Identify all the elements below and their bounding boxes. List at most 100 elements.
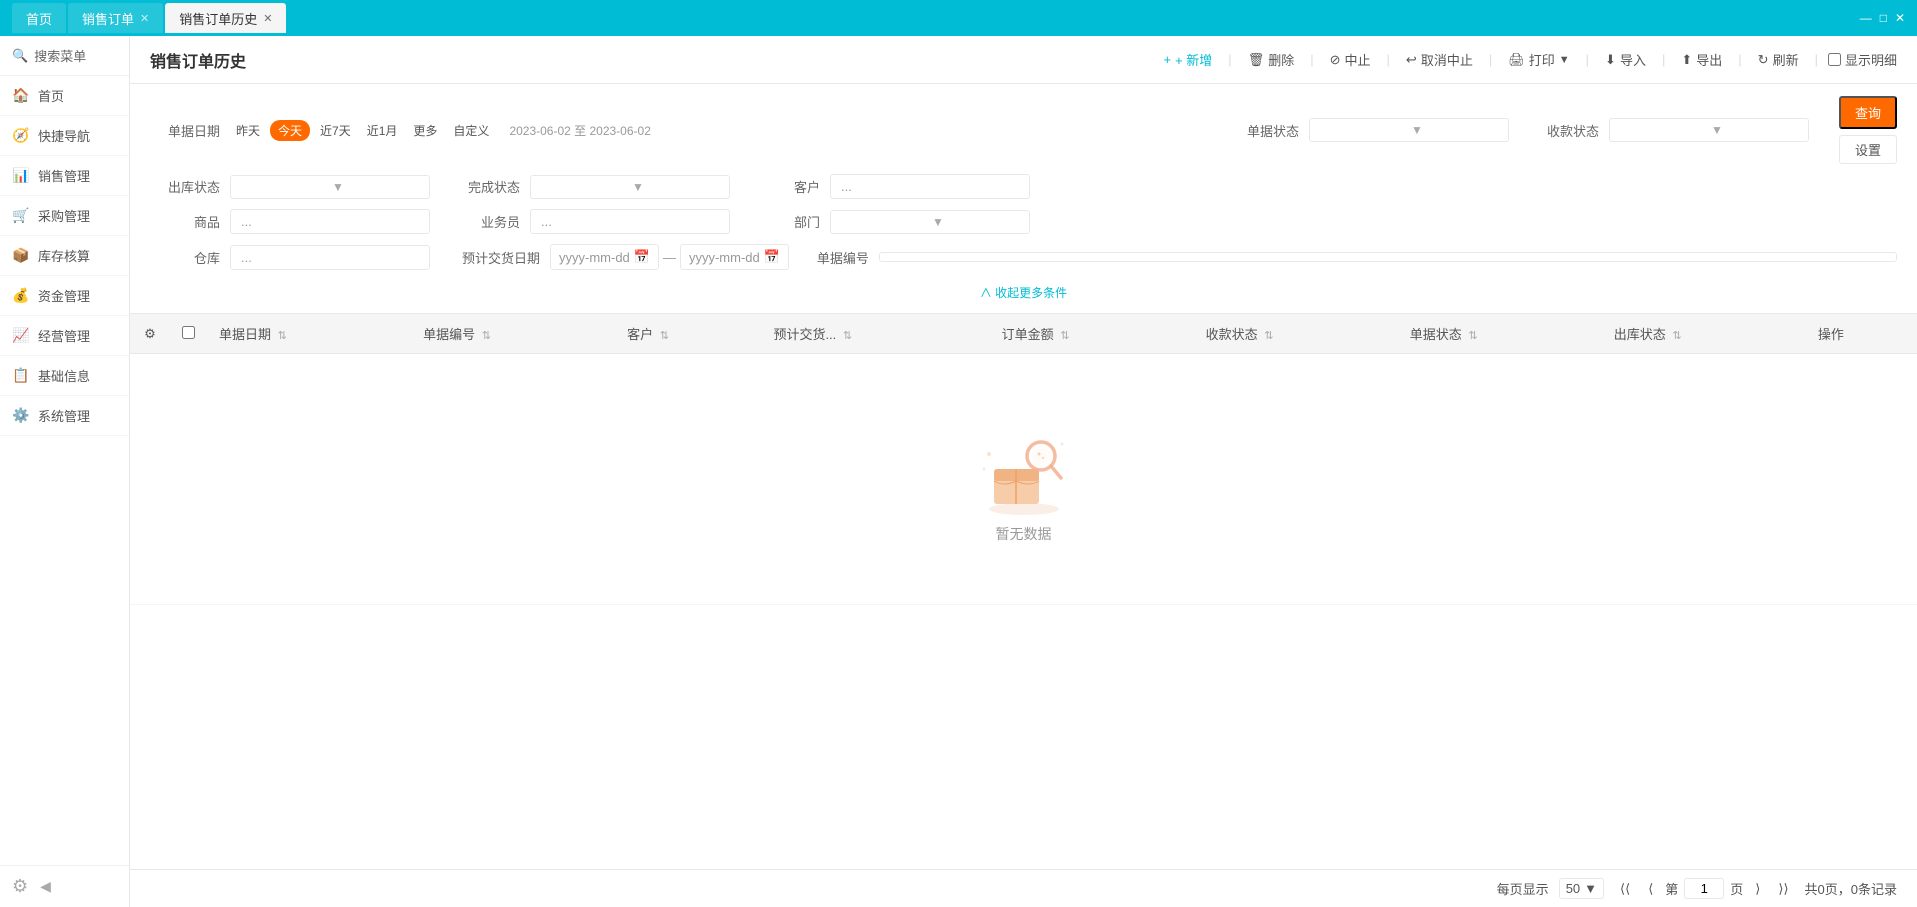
query-btn[interactable]: 查询 [1839, 96, 1897, 129]
sidebar-item-nav[interactable]: 🧭 快捷导航 [0, 116, 129, 156]
purchase-icon: 🛒 [12, 207, 30, 225]
sidebar-item-inventory[interactable]: 📦 库存核算 [0, 236, 129, 276]
date-7days-btn[interactable]: 近7天 [314, 120, 357, 141]
date-range-display: 2023-06-02 至 2023-06-02 [509, 122, 650, 139]
sort-outbound-icon[interactable]: ⇅ [1672, 330, 1681, 342]
outbound-select[interactable]: ▼ [230, 175, 430, 199]
settings-btn[interactable]: 设置 [1839, 135, 1897, 164]
toolbar-add-btn[interactable]: + + 新增 [1157, 46, 1218, 73]
collapse-label: ∧ 收起更多条件 [980, 286, 1067, 300]
date-today-btn[interactable]: 今天 [270, 120, 310, 141]
sort-amount-icon[interactable]: ⇅ [1060, 330, 1069, 342]
date-custom-btn[interactable]: 自定义 [447, 120, 495, 141]
sidebar-item-basic-label: 基础信息 [38, 366, 90, 385]
pagination-prev-btn[interactable]: ⟨ [1642, 879, 1659, 899]
pagination-first-btn[interactable]: ⟨⟨ [1614, 879, 1636, 899]
settings-icon[interactable]: ⚙ [144, 326, 156, 341]
order-status-select[interactable]: ▼ [1309, 118, 1509, 142]
empty-text: 暂无数据 [996, 524, 1052, 544]
sidebar-item-sales[interactable]: 📊 销售管理 [0, 156, 129, 196]
date-quick-btns: 昨天 今天 近7天 近1月 更多 自定义 [230, 120, 495, 141]
department-select[interactable]: ▼ [830, 210, 1030, 234]
date-more-btn[interactable]: 更多 [407, 120, 443, 141]
tab-home-label: 首页 [26, 9, 52, 28]
stop-label: 中止 [1345, 50, 1371, 69]
sort-receipt-icon[interactable]: ⇅ [1264, 330, 1273, 342]
th-operation-label: 操作 [1818, 327, 1844, 342]
sort-order-status-icon[interactable]: ⇅ [1468, 330, 1477, 342]
sidebar-item-basic[interactable]: 📋 基础信息 [0, 356, 129, 396]
sidebar-item-purchase[interactable]: 🛒 采购管理 [0, 196, 129, 236]
sidebar-item-home[interactable]: 🏠 首页 [0, 76, 129, 116]
date-filter-control: 昨天 今天 近7天 近1月 更多 自定义 2023-06-02 至 2023-0… [230, 120, 1229, 141]
toolbar-delete-btn[interactable]: 🗑 删除 [1242, 46, 1301, 73]
pagination-next-btn[interactable]: ⟩ [1749, 879, 1766, 899]
sidebar-collapse-btn[interactable]: ◀ [40, 878, 51, 895]
order-no-label: 单据编号 [799, 248, 879, 267]
th-no: 单据编号 ⇅ [411, 314, 615, 354]
delivery-start-date[interactable]: yyyy-mm-dd 📅 [550, 244, 659, 270]
window-restore[interactable]: □ [1880, 11, 1887, 25]
sidebar-search[interactable]: 🔍 搜索菜单 [0, 36, 129, 76]
toolbar-cancel-stop-btn[interactable]: ↩ 取消中止 [1400, 46, 1479, 73]
salesperson-input[interactable]: ... [530, 209, 730, 234]
calendar-end-icon[interactable]: 📅 [764, 249, 780, 265]
complete-select[interactable]: ▼ [530, 175, 730, 199]
pagination-page-input[interactable] [1684, 878, 1724, 899]
th-outbound-label: 出库状态 [1614, 327, 1666, 342]
select-all-checkbox[interactable] [182, 326, 195, 339]
show-detail-input[interactable] [1828, 53, 1841, 66]
th-amount-label: 订单金额 [1002, 327, 1054, 342]
window-close[interactable]: ✕ [1895, 11, 1905, 25]
sidebar-item-operation[interactable]: 📈 经营管理 [0, 316, 129, 356]
delivery-end-date[interactable]: yyyy-mm-dd 📅 [680, 244, 789, 270]
receipt-status-select[interactable]: ▼ [1609, 118, 1809, 142]
customer-input[interactable]: ... [830, 174, 1030, 199]
filter-row-4: 仓库 ... 预计交货日期 yyyy-mm-dd 📅 — yyyy-mm-dd … [150, 244, 1897, 270]
sidebar-bottom: ⚙ ◀ [0, 865, 129, 907]
goods-dots: ... [241, 214, 252, 229]
goods-input[interactable]: ... [230, 209, 430, 234]
window-minimize[interactable]: — [1860, 11, 1872, 25]
empty-state: 暂无数据 [130, 354, 1917, 604]
th-checkbox[interactable] [170, 314, 207, 354]
sidebar-settings-btn[interactable]: ⚙ [12, 876, 28, 897]
pagination: ⟨⟨ ⟨ 第 页 ⟩ ⟩⟩ [1614, 878, 1795, 899]
warehouse-input[interactable]: ... [230, 245, 430, 270]
pagination-last-btn[interactable]: ⟩⟩ [1772, 879, 1794, 899]
date-1month-btn[interactable]: 近1月 [361, 120, 404, 141]
top-bar: 首页 销售订单 ✕ 销售订单历史 ✕ — □ ✕ [0, 0, 1917, 36]
date-yesterday-btn[interactable]: 昨天 [230, 120, 266, 141]
tab-list: 首页 销售订单 ✕ 销售订单历史 ✕ [12, 3, 286, 33]
toolbar-import-btn[interactable]: ⬇ 导入 [1599, 46, 1652, 73]
filter-area: 单据日期 昨天 今天 近7天 近1月 更多 自定义 2023-06-02 至 2… [130, 84, 1917, 314]
toolbar-stop-btn[interactable]: ⊘ 中止 [1324, 46, 1377, 73]
empty-state-row: 暂无数据 [130, 354, 1917, 605]
toolbar-refresh-btn[interactable]: ↻ 刷新 [1752, 46, 1805, 73]
delete-icon: 🗑 [1248, 52, 1265, 68]
sort-date-icon[interactable]: ⇅ [278, 330, 287, 342]
tab-sales-order-history[interactable]: 销售订单历史 ✕ [165, 3, 286, 33]
toolbar-print-btn[interactable]: 🖨 打印 ▼ [1502, 46, 1575, 73]
show-detail-checkbox[interactable]: 显示明细 [1828, 50, 1897, 69]
tab-sales-order-close[interactable]: ✕ [140, 12, 149, 25]
calendar-start-icon[interactable]: 📅 [634, 249, 650, 265]
sort-delivery-icon[interactable]: ⇅ [843, 330, 852, 342]
department-label: 部门 [750, 212, 830, 231]
sidebar-item-system-label: 系统管理 [38, 406, 90, 425]
tab-home[interactable]: 首页 [12, 3, 66, 33]
per-page-select[interactable]: 50 ▼ [1559, 878, 1604, 899]
filter-row-2: 出库状态 ▼ 完成状态 ▼ 客户 ... [150, 174, 1897, 199]
sidebar-item-system[interactable]: ⚙️ 系统管理 [0, 396, 129, 436]
order-no-input[interactable] [879, 252, 1897, 262]
sort-no-icon[interactable]: ⇅ [482, 330, 491, 342]
th-settings[interactable]: ⚙ [130, 314, 170, 354]
collapse-filter-btn[interactable]: ∧ 收起更多条件 [150, 280, 1897, 301]
page-title: 销售订单历史 [150, 48, 246, 72]
sort-customer-icon[interactable]: ⇅ [660, 330, 669, 342]
sidebar-item-finance[interactable]: 💰 资金管理 [0, 276, 129, 316]
tab-sales-order-history-close[interactable]: ✕ [263, 12, 272, 25]
export-label: 导出 [1696, 50, 1722, 69]
tab-sales-order[interactable]: 销售订单 ✕ [68, 3, 163, 33]
toolbar-export-btn[interactable]: ⬆ 导出 [1675, 46, 1728, 73]
